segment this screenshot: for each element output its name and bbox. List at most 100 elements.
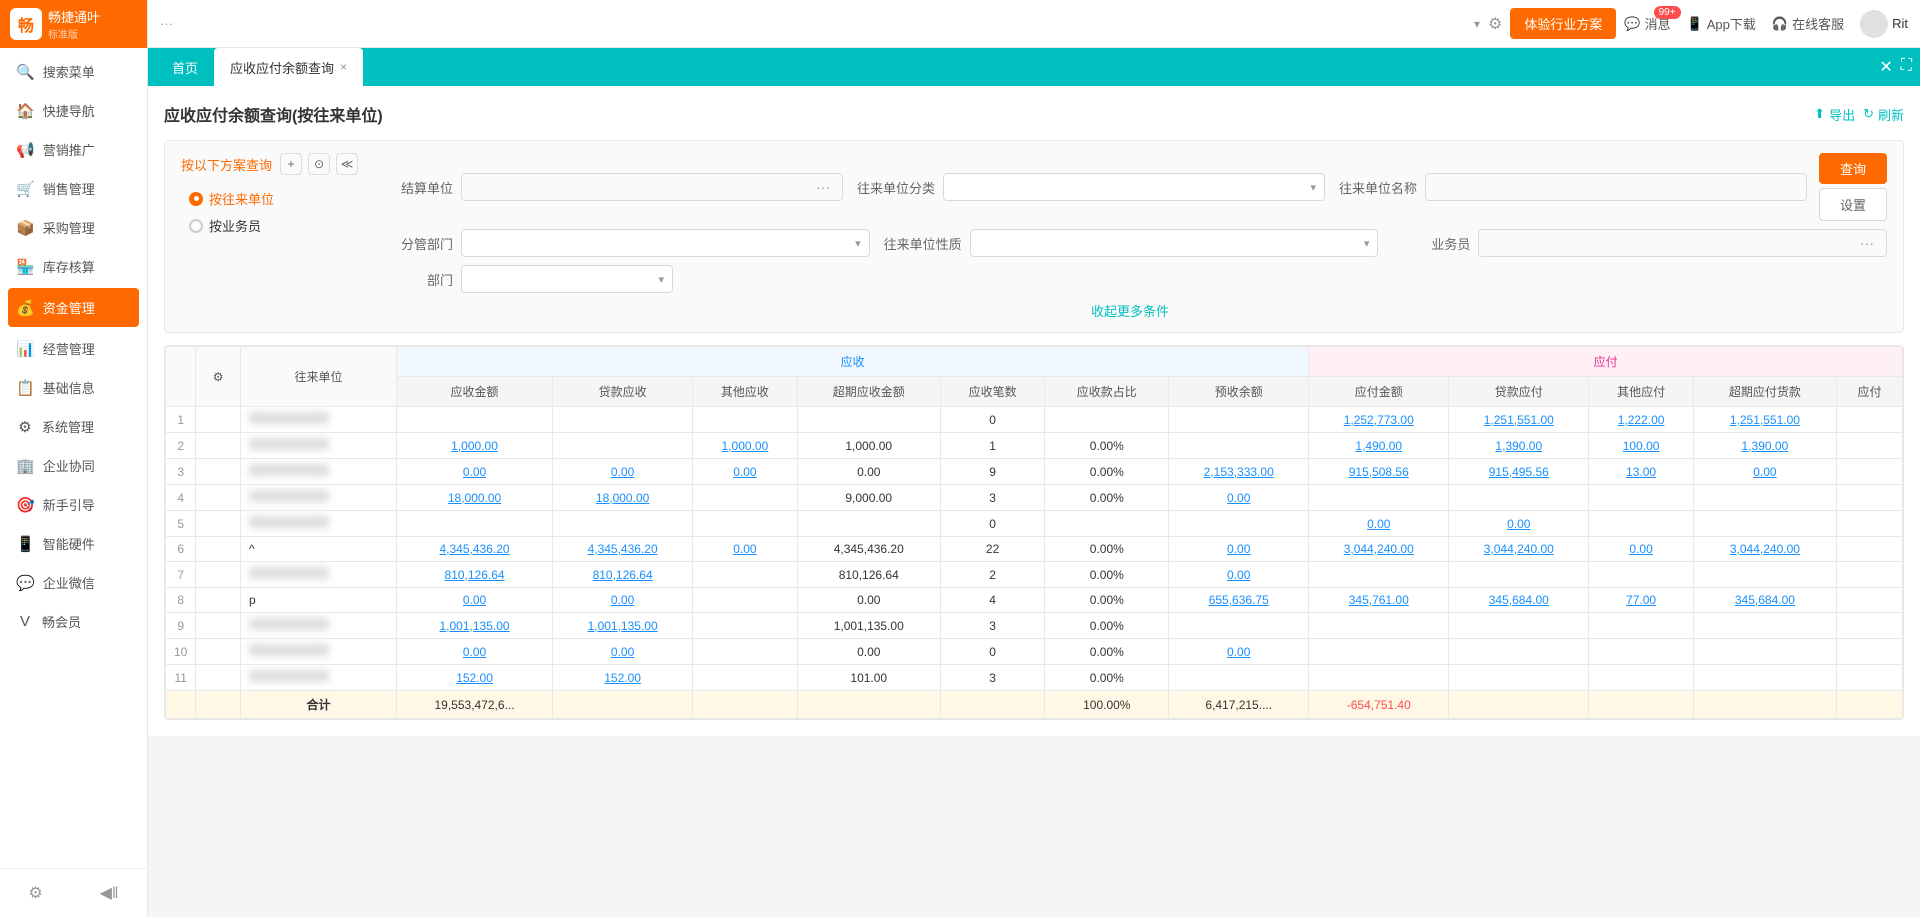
rec-amount-2[interactable]: 1,000.00 bbox=[396, 433, 552, 459]
rec-loan-8[interactable]: 0.00 bbox=[553, 588, 693, 613]
sidebar-item-operations[interactable]: 📊 经营管理 bbox=[0, 329, 147, 368]
rec-advance-10[interactable]: 0.00 bbox=[1169, 639, 1309, 665]
table-row: 6 ^ 4,345,436.20 4,345,436.20 0.00 4,345… bbox=[166, 537, 1903, 562]
add-scheme-icon[interactable]: + bbox=[280, 153, 302, 175]
sidebar-item-funds[interactable]: 💰 资金管理 bbox=[8, 288, 139, 327]
sidebar-item-search[interactable]: 🔍 搜索菜单 bbox=[0, 52, 147, 91]
th-settings[interactable]: ⚙ bbox=[196, 347, 241, 407]
unit-type-select[interactable]: ▾ bbox=[943, 173, 1325, 201]
query-button[interactable]: 查询 bbox=[1819, 153, 1887, 184]
rec-loan-6[interactable]: 4,345,436.20 bbox=[553, 537, 693, 562]
collapse-button[interactable]: 收起更多条件 bbox=[1087, 300, 1173, 323]
refresh-button[interactable]: ↻ 刷新 bbox=[1863, 105, 1904, 124]
pay-overdue-1[interactable]: 1,251,551.00 bbox=[1693, 407, 1836, 433]
rec-other-6[interactable]: 0.00 bbox=[693, 537, 798, 562]
topbar-service-button[interactable]: 🎧 在线客服 bbox=[1772, 14, 1844, 33]
salesperson-dotdot-icon[interactable]: ··· bbox=[1856, 235, 1878, 251]
pay-overdue-3[interactable]: 0.00 bbox=[1693, 459, 1836, 485]
industry-solution-button[interactable]: 体验行业方案 bbox=[1510, 8, 1616, 39]
pay-amount-8[interactable]: 345,761.00 bbox=[1309, 588, 1449, 613]
pay-amount-2[interactable]: 1,490.00 bbox=[1309, 433, 1449, 459]
pay-overdue-6[interactable]: 3,044,240.00 bbox=[1693, 537, 1836, 562]
tab-query[interactable]: 应收应付余额查询× bbox=[214, 48, 363, 86]
pay-amount-6[interactable]: 3,044,240.00 bbox=[1309, 537, 1449, 562]
rec-advance-7[interactable]: 0.00 bbox=[1169, 562, 1309, 588]
rec-amount-9[interactable]: 1,001,135.00 bbox=[396, 613, 552, 639]
pay-other-1[interactable]: 1,222.00 bbox=[1589, 407, 1694, 433]
salesperson-input[interactable]: ··· bbox=[1478, 229, 1887, 257]
dept-select[interactable]: ▾ bbox=[461, 229, 870, 257]
settlement-input[interactable]: ··· bbox=[461, 173, 843, 201]
rec-advance-4[interactable]: 0.00 bbox=[1169, 485, 1309, 511]
close-tab-btn[interactable]: ✕ bbox=[1879, 57, 1892, 77]
row-settings-3 bbox=[196, 459, 241, 485]
expand-tab-btn[interactable]: ⛶ bbox=[1901, 57, 1912, 77]
sidebar-item-quicknav[interactable]: 🏠 快捷导航 bbox=[0, 91, 147, 130]
rec-loan-10[interactable]: 0.00 bbox=[553, 639, 693, 665]
settings-footer-icon[interactable]: ⚙ bbox=[22, 877, 48, 909]
pay-amount-5[interactable]: 0.00 bbox=[1309, 511, 1449, 537]
pay-loan-2[interactable]: 1,390.00 bbox=[1449, 433, 1589, 459]
pay-overdue-8[interactable]: 345,684.00 bbox=[1693, 588, 1836, 613]
pay-loan-1[interactable]: 1,251,551.00 bbox=[1449, 407, 1589, 433]
pay-loan-5[interactable]: 0.00 bbox=[1449, 511, 1589, 537]
collapse-sidebar-icon[interactable]: ◀‖ bbox=[94, 877, 125, 909]
pay-loan-8[interactable]: 345,684.00 bbox=[1449, 588, 1589, 613]
topbar-app-download-button[interactable]: 📱 App下载 bbox=[1687, 14, 1756, 33]
pay-other-6[interactable]: 0.00 bbox=[1589, 537, 1694, 562]
rec-loan-3[interactable]: 0.00 bbox=[553, 459, 693, 485]
rec-advance-3[interactable]: 2,153,333.00 bbox=[1169, 459, 1309, 485]
rec-amount-4[interactable]: 18,000.00 bbox=[396, 485, 552, 511]
pay-other-8[interactable]: 77.00 bbox=[1589, 588, 1694, 613]
manage-scheme-icon[interactable]: ⊙ bbox=[308, 153, 330, 175]
sidebar-item-guide[interactable]: 🎯 新手引导 bbox=[0, 485, 147, 524]
sidebar-item-enterprise[interactable]: 🏢 企业协同 bbox=[0, 446, 147, 485]
rec-amount-3[interactable]: 0.00 bbox=[396, 459, 552, 485]
rec-advance-6[interactable]: 0.00 bbox=[1169, 537, 1309, 562]
rec-other-3[interactable]: 0.00 bbox=[693, 459, 798, 485]
sidebar-item-wechat[interactable]: 💬 企业微信 bbox=[0, 563, 147, 602]
topbar-gear-icon[interactable]: ⚙ bbox=[1488, 14, 1502, 34]
pay-amount-3[interactable]: 915,508.56 bbox=[1309, 459, 1449, 485]
rec-amount-10[interactable]: 0.00 bbox=[396, 639, 552, 665]
sidebar-item-purchase[interactable]: 📦 采购管理 bbox=[0, 208, 147, 247]
rec-amount-8[interactable]: 0.00 bbox=[396, 588, 552, 613]
rec-loan-11[interactable]: 152.00 bbox=[553, 665, 693, 691]
set-button[interactable]: 设置 bbox=[1819, 188, 1887, 221]
settlement-dotdot-icon[interactable]: ··· bbox=[812, 179, 834, 195]
pay-other-2[interactable]: 100.00 bbox=[1589, 433, 1694, 459]
tab-close-query[interactable]: × bbox=[340, 60, 347, 74]
tab-home[interactable]: 首页 bbox=[156, 48, 214, 86]
topbar-dropdown-icon[interactable]: ▾ bbox=[1474, 17, 1480, 31]
rec-amount-6[interactable]: 4,345,436.20 bbox=[396, 537, 552, 562]
rec-loan-7[interactable]: 810,126.64 bbox=[553, 562, 693, 588]
basic-icon: 📋 bbox=[16, 379, 35, 397]
sidebar-item-sales[interactable]: 🛒 销售管理 bbox=[0, 169, 147, 208]
filter-option-by-unit[interactable]: 按往来单位 bbox=[181, 185, 361, 212]
pay-loan-3[interactable]: 915,495.56 bbox=[1449, 459, 1589, 485]
rec-advance-8[interactable]: 655,636.75 bbox=[1169, 588, 1309, 613]
pay-overdue-2[interactable]: 1,390.00 bbox=[1693, 433, 1836, 459]
sidebar-item-member[interactable]: V 畅会员 bbox=[0, 602, 147, 641]
rec-other-2[interactable]: 1,000.00 bbox=[693, 433, 798, 459]
pay-other-3[interactable]: 13.00 bbox=[1589, 459, 1694, 485]
sidebar-item-system[interactable]: ⚙ 系统管理 bbox=[0, 407, 147, 446]
more-scheme-icon[interactable]: ≪ bbox=[336, 153, 358, 175]
export-button[interactable]: ⬆ 导出 bbox=[1814, 105, 1855, 124]
sub-dept-select[interactable]: ▾ bbox=[461, 265, 673, 293]
sidebar-item-hardware[interactable]: 📱 智能硬件 bbox=[0, 524, 147, 563]
rec-loan-9[interactable]: 1,001,135.00 bbox=[553, 613, 693, 639]
sidebar-item-basic[interactable]: 📋 基础信息 bbox=[0, 368, 147, 407]
rec-loan-4[interactable]: 18,000.00 bbox=[553, 485, 693, 511]
topbar-user-button[interactable]: Rit bbox=[1860, 10, 1908, 38]
sidebar-item-inventory[interactable]: 🏪 库存核算 bbox=[0, 247, 147, 286]
filter-option-by-staff[interactable]: 按业务员 bbox=[181, 212, 361, 239]
sidebar-item-marketing[interactable]: 📢 营销推广 bbox=[0, 130, 147, 169]
unit-nature-select[interactable]: ▾ bbox=[970, 229, 1379, 257]
unit-name-input[interactable] bbox=[1425, 173, 1807, 201]
rec-amount-7[interactable]: 810,126.64 bbox=[396, 562, 552, 588]
rec-amount-11[interactable]: 152.00 bbox=[396, 665, 552, 691]
topbar-message-button[interactable]: 💬 消息 99+ bbox=[1624, 14, 1670, 33]
pay-loan-6[interactable]: 3,044,240.00 bbox=[1449, 537, 1589, 562]
pay-amount-1[interactable]: 1,252,773.00 bbox=[1309, 407, 1449, 433]
